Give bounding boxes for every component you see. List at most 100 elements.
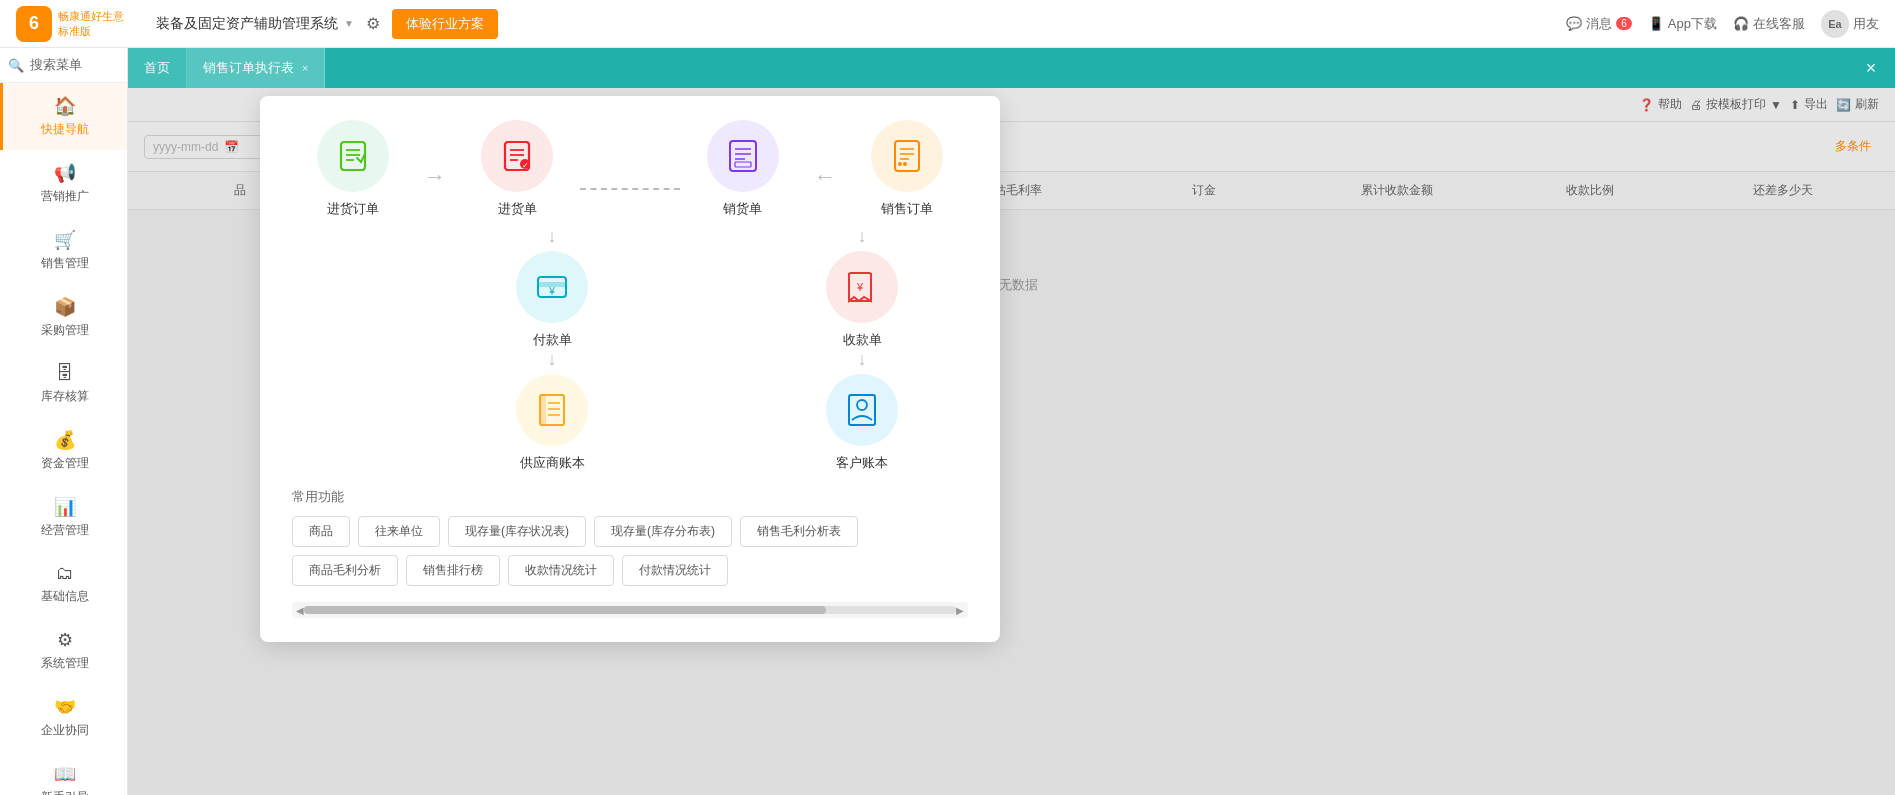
flow-node-customer-ledger[interactable]: 客户账本	[792, 374, 932, 472]
tab-sales-order-exec[interactable]: 销售订单执行表 ×	[187, 48, 325, 88]
system-title: 装备及固定资产辅助管理系统 ▼	[156, 15, 354, 33]
flow-node-sales-order[interactable]: 销售订单	[847, 120, 968, 218]
sidebar: 🔍 搜索菜单 🏠 快捷导航 📢 营销推广 🛒销售管理 📦 采购管理 🗄库存核算💰资金管理📊经营…	[0, 48, 128, 795]
sidebar-item-newbie[interactable]: 📖 新手引导	[0, 751, 127, 795]
svg-text:✓: ✓	[522, 161, 529, 170]
gear-icon[interactable]: ⚙	[366, 14, 380, 33]
scrollbar-left-arrow[interactable]: ◀	[296, 605, 304, 616]
message-button[interactable]: 💬 消息 6	[1566, 15, 1632, 33]
customer-ledger-icon	[826, 374, 898, 446]
function-buttons: 商品往来单位现存量(库存状况表) 现存量(库存分布表) 销售毛利分析表商品毛利分析销…	[292, 516, 968, 586]
trial-button[interactable]: 体验行业方案	[392, 9, 498, 39]
purchase-bill-icon: ✓	[481, 120, 553, 192]
sales-order-label: 销售订单	[881, 200, 933, 218]
tab-home[interactable]: 首页	[128, 48, 187, 88]
func-btn-往来单位[interactable]: 往来单位	[358, 516, 440, 547]
tab-close-icon[interactable]: ×	[302, 62, 308, 74]
system-dropdown-icon[interactable]: ▼	[344, 18, 354, 29]
sidebar-label-finance: 资金管理	[41, 455, 89, 472]
flow-modal: 进货订单 → ✓	[260, 96, 1000, 642]
func-btn-现存量(库存分布表)[interactable]: 现存量(库存分布表)	[594, 516, 732, 547]
sidebar-label-quick-nav: 快捷导航	[41, 121, 89, 138]
sales-order-exec-tab-label: 销售订单执行表	[203, 59, 294, 77]
func-btn-现存量(库存状况表)[interactable]: 现存量(库存状况表)	[448, 516, 586, 547]
sales-bill-label: 销货单	[723, 200, 762, 218]
sidebar-item-sales[interactable]: 🛒销售管理	[0, 217, 127, 284]
payment-icon: ¥	[516, 251, 588, 323]
scrollbar-track	[304, 606, 956, 614]
sidebar-item-finance[interactable]: 💰资金管理	[0, 417, 127, 484]
modal-scrollbar[interactable]: ◀ ▶	[292, 602, 968, 618]
sidebar-label-basic: 基础信息	[41, 588, 89, 605]
sidebar-icon-purchase: 📦	[54, 296, 76, 318]
sidebar-item-basic[interactable]: 🗂 基础信息	[0, 551, 127, 617]
func-btn-销售排行榜[interactable]: 销售排行榜	[406, 555, 500, 586]
sidebar-icon-marketing: 📢	[54, 162, 76, 184]
sidebar-icon-basic: 🗂	[56, 563, 74, 584]
sidebar-label-inventory: 库存核算	[41, 388, 89, 405]
sidebar-label-purchase: 采购管理	[41, 322, 89, 339]
sidebar-label-newbie: 新手引导	[41, 789, 89, 795]
app-download-button[interactable]: 📱 App下载	[1648, 15, 1717, 33]
service-icon: 🎧	[1733, 16, 1749, 31]
sales-bill-icon	[707, 120, 779, 192]
purchase-order-icon	[317, 120, 389, 192]
supplier-ledger-label: 供应商账本	[520, 454, 585, 472]
func-btn-付款情况统计[interactable]: 付款情况统计	[622, 555, 728, 586]
receipt-label: 收款单	[843, 331, 882, 349]
func-btn-商品[interactable]: 商品	[292, 516, 350, 547]
svg-point-32	[857, 400, 867, 410]
flow-modal-overlay: 进货订单 → ✓	[128, 88, 1895, 795]
sidebar-icon-system: ⚙	[57, 629, 73, 651]
func-btn-收款情况统计[interactable]: 收款情况统计	[508, 555, 614, 586]
tab-bar: 首页 销售订单执行表 × ×	[128, 48, 1895, 88]
flow-node-receipt[interactable]: ¥ 收款单	[792, 251, 932, 349]
sidebar-item-system[interactable]: ⚙ 系统管理	[0, 617, 127, 684]
window-close-button[interactable]: ×	[1855, 52, 1887, 84]
sidebar-item-quick-nav[interactable]: 🏠 快捷导航	[0, 83, 127, 150]
func-btn-商品毛利分析[interactable]: 商品毛利分析	[292, 555, 398, 586]
svg-text:¥: ¥	[856, 281, 864, 293]
message-badge: 6	[1616, 17, 1632, 30]
logo-text: 畅康通好生意 标准版	[58, 9, 124, 38]
sidebar-nav: 🏠 快捷导航 📢 营销推广 🛒销售管理 📦 采购管理 🗄库存核算💰资金管理📊经营管理 🗂 基础信息…	[0, 83, 127, 795]
flow-node-supplier-ledger[interactable]: 供应商账本	[482, 374, 622, 472]
sidebar-icon-sales: 🛒	[54, 229, 76, 251]
purchase-bill-label: 进货单	[498, 200, 537, 218]
sidebar-label-marketing: 营销推广	[41, 188, 89, 205]
flow-node-purchase-bill[interactable]: ✓ 进货单	[457, 120, 578, 218]
app-icon: 📱	[1648, 16, 1664, 31]
flow-node-payment[interactable]: ¥ 付款单	[482, 251, 622, 349]
home-tab-label: 首页	[144, 59, 170, 77]
sidebar-label-system: 系统管理	[41, 655, 89, 672]
supplier-ledger-icon	[516, 374, 588, 446]
func-btn-销售毛利分析表[interactable]: 销售毛利分析表	[740, 516, 858, 547]
svg-rect-15	[895, 141, 919, 171]
scrollbar-right-arrow[interactable]: ▶	[956, 605, 964, 616]
sidebar-icon-newbie: 📖	[54, 763, 76, 785]
payment-label: 付款单	[533, 331, 572, 349]
search-icon: 🔍	[8, 58, 24, 73]
logo-area: 6 畅康通好生意 标准版	[16, 6, 144, 42]
sidebar-icon-quick-nav: 🏠	[54, 95, 76, 117]
sidebar-icon-operations: 📊	[54, 496, 76, 518]
scrollbar-thumb[interactable]	[304, 606, 826, 614]
sidebar-item-purchase[interactable]: 📦 采购管理	[0, 284, 127, 351]
svg-text:¥: ¥	[548, 286, 555, 297]
customer-ledger-label: 客户账本	[836, 454, 888, 472]
sidebar-item-collab[interactable]: 🤝企业协同	[0, 684, 127, 751]
flow-node-purchase-order[interactable]: 进货订单	[292, 120, 413, 218]
content-body: ❓ 帮助 🖨 按模板打印 ▼ ⬆ 导出 🔄 刷新	[128, 88, 1895, 795]
logo-icon: 6	[16, 6, 52, 42]
sidebar-item-marketing[interactable]: 📢 营销推广	[0, 150, 127, 217]
sidebar-item-operations[interactable]: 📊经营管理	[0, 484, 127, 551]
online-service-button[interactable]: 🎧 在线客服	[1733, 15, 1805, 33]
top-right-actions: 💬 消息 6 📱 App下载 🎧 在线客服 Ea 用友	[1566, 10, 1879, 38]
flow-node-sales-bill[interactable]: 销货单	[682, 120, 803, 218]
svg-point-19	[898, 162, 902, 166]
user-profile-button[interactable]: Ea 用友	[1821, 10, 1879, 38]
search-menu-button[interactable]: 🔍 搜索菜单	[0, 48, 127, 83]
svg-rect-14	[735, 162, 751, 167]
sidebar-item-inventory[interactable]: 🗄库存核算	[0, 351, 127, 417]
common-functions-title: 常用功能	[292, 488, 968, 506]
